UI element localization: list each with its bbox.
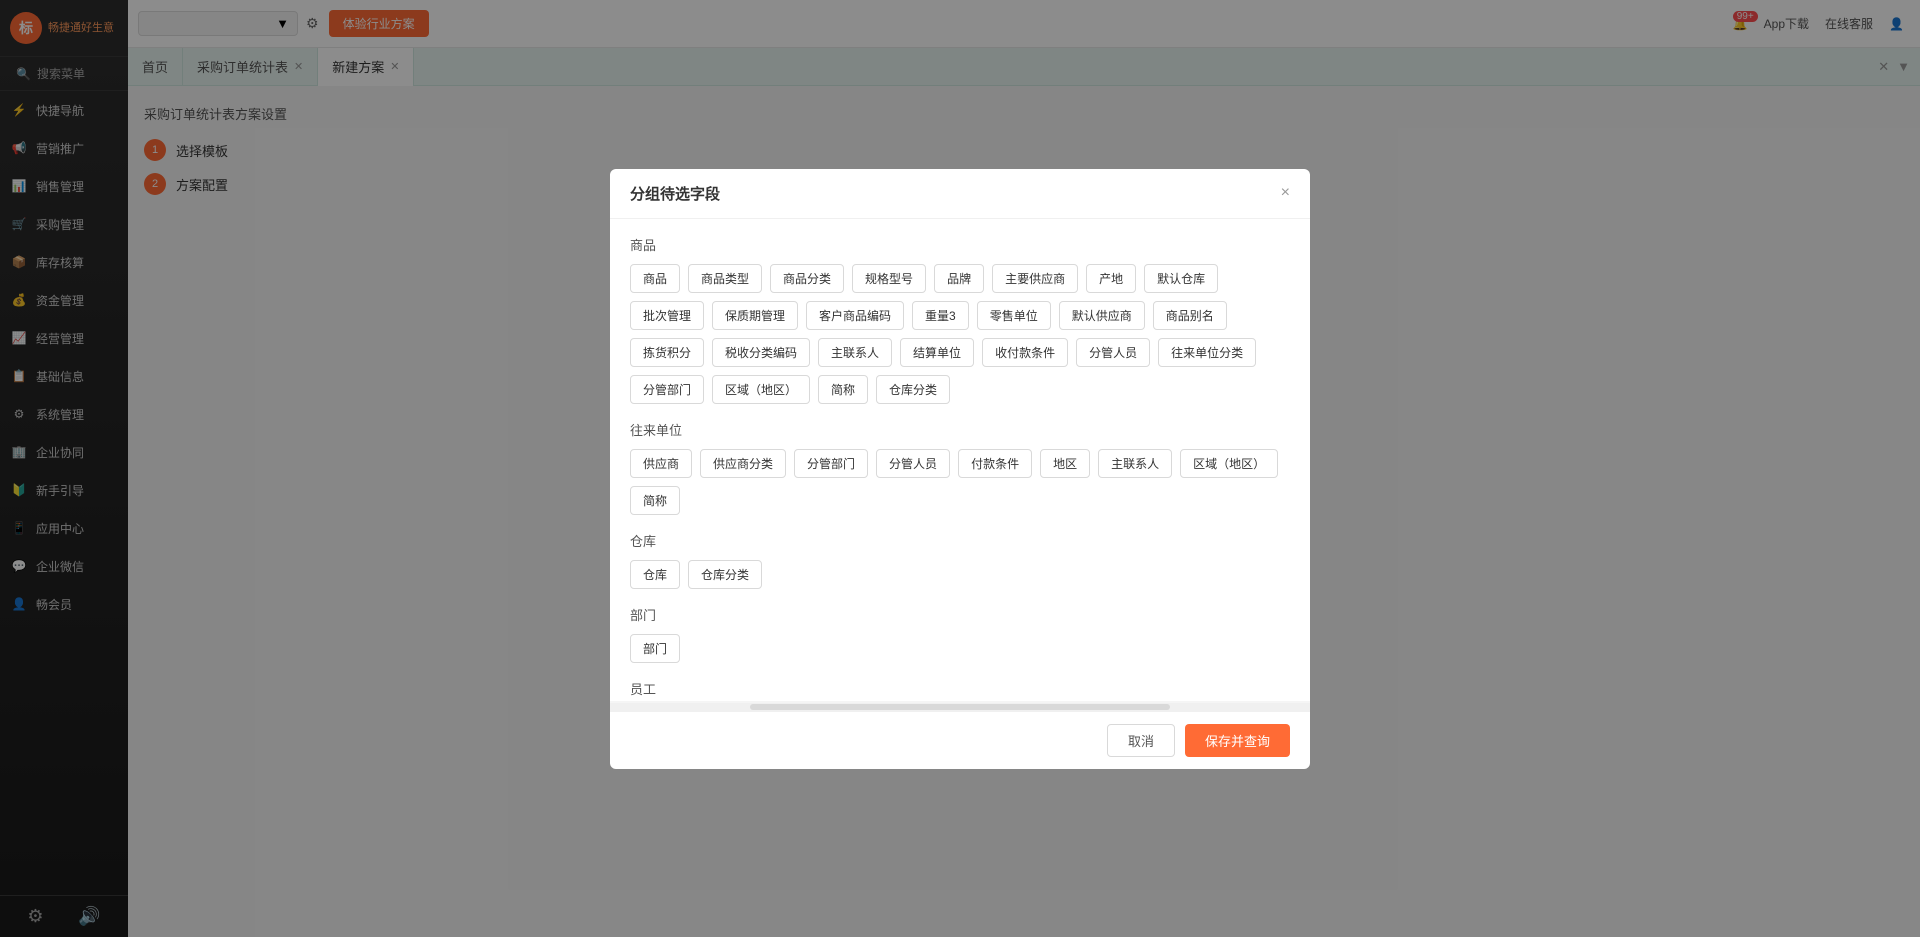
field-tag-abbr2[interactable]: 简称 bbox=[630, 486, 680, 515]
confirm-button[interactable]: 保存并查询 bbox=[1185, 724, 1290, 757]
field-tag-area-region[interactable]: 区域（地区） bbox=[712, 375, 810, 404]
field-tag-main-supplier[interactable]: 主要供应商 bbox=[992, 264, 1078, 293]
field-grid-goods: 商品商品类型商品分类规格型号品牌主要供应商产地默认仓库批次管理保质期管理客户商品… bbox=[630, 264, 1290, 404]
field-tag-spec-type[interactable]: 规格型号 bbox=[852, 264, 926, 293]
field-grid-counterparty: 供应商供应商分类分管部门分管人员付款条件地区主联系人区域（地区） 简称 bbox=[630, 449, 1290, 515]
modal-scrollbar-area[interactable] bbox=[610, 701, 1310, 710]
field-grid-department: 部门 bbox=[630, 634, 1290, 663]
field-tag-shelf-life[interactable]: 保质期管理 bbox=[712, 301, 798, 330]
field-tag-manage-dept[interactable]: 分管部门 bbox=[794, 449, 868, 478]
field-tag-pickup-points[interactable]: 拣货积分 bbox=[630, 338, 704, 367]
section-title-goods: 商品 bbox=[630, 235, 1290, 254]
field-tag-wh[interactable]: 仓库 bbox=[630, 560, 680, 589]
field-tag-weight3[interactable]: 重量3 bbox=[912, 301, 969, 330]
field-tag-area2[interactable]: 区域（地区） bbox=[1180, 449, 1278, 478]
field-tag-origin[interactable]: 产地 bbox=[1086, 264, 1136, 293]
field-tag-goods-alias[interactable]: 商品别名 bbox=[1153, 301, 1227, 330]
field-tag-abbr[interactable]: 简称 bbox=[818, 375, 868, 404]
field-tag-settle-unit[interactable]: 结算单位 bbox=[900, 338, 974, 367]
field-tag-supplier-category[interactable]: 供应商分类 bbox=[700, 449, 786, 478]
modal-dialog: 分组待选字段 × 商品商品商品类型商品分类规格型号品牌主要供应商产地默认仓库批次… bbox=[610, 169, 1310, 769]
section-title-warehouse: 仓库 bbox=[630, 531, 1290, 550]
field-tag-warehouse-category[interactable]: 仓库分类 bbox=[876, 375, 950, 404]
section-title-counterparty: 往来单位 bbox=[630, 420, 1290, 439]
section-title-employee: 员工 bbox=[630, 679, 1290, 698]
cancel-button[interactable]: 取消 bbox=[1107, 724, 1175, 757]
field-tag-payment-cond[interactable]: 付款条件 bbox=[958, 449, 1032, 478]
field-tag-customer-code[interactable]: 客户商品编码 bbox=[806, 301, 904, 330]
field-tag-manager[interactable]: 分管人员 bbox=[1076, 338, 1150, 367]
modal-footer: 取消 保存并查询 bbox=[610, 711, 1310, 769]
section-employee: 员工业务员 bbox=[630, 679, 1290, 702]
field-tag-default-supplier[interactable]: 默认供应商 bbox=[1059, 301, 1145, 330]
field-tag-default-warehouse[interactable]: 默认仓库 bbox=[1144, 264, 1218, 293]
field-tag-dept-mgmt[interactable]: 分管部门 bbox=[630, 375, 704, 404]
modal-close-btn[interactable]: × bbox=[1281, 184, 1290, 202]
field-tag-manage-person[interactable]: 分管人员 bbox=[876, 449, 950, 478]
field-tag-supplier[interactable]: 供应商 bbox=[630, 449, 692, 478]
section-department: 部门部门 bbox=[630, 605, 1290, 663]
modal-body: 商品商品商品类型商品分类规格型号品牌主要供应商产地默认仓库批次管理保质期管理客户… bbox=[610, 219, 1310, 702]
modal-title: 分组待选字段 bbox=[630, 183, 720, 204]
section-warehouse: 仓库仓库仓库分类 bbox=[630, 531, 1290, 589]
field-tag-wh-category[interactable]: 仓库分类 bbox=[688, 560, 762, 589]
field-tag-retail-unit[interactable]: 零售单位 bbox=[977, 301, 1051, 330]
field-tag-region[interactable]: 地区 bbox=[1040, 449, 1090, 478]
field-grid-warehouse: 仓库仓库分类 bbox=[630, 560, 1290, 589]
section-goods: 商品商品商品类型商品分类规格型号品牌主要供应商产地默认仓库批次管理保质期管理客户… bbox=[630, 235, 1290, 404]
modal-header: 分组待选字段 × bbox=[610, 169, 1310, 219]
field-tag-goods-item[interactable]: 商品 bbox=[630, 264, 680, 293]
field-tag-contact[interactable]: 主联系人 bbox=[1098, 449, 1172, 478]
field-tag-main-contact[interactable]: 主联系人 bbox=[818, 338, 892, 367]
field-tag-goods-category[interactable]: 商品分类 bbox=[770, 264, 844, 293]
field-tag-unit-category[interactable]: 往来单位分类 bbox=[1158, 338, 1256, 367]
field-tag-batch-mgmt[interactable]: 批次管理 bbox=[630, 301, 704, 330]
field-tag-dept[interactable]: 部门 bbox=[630, 634, 680, 663]
section-counterparty: 往来单位供应商供应商分类分管部门分管人员付款条件地区主联系人区域（地区） 简称 bbox=[630, 420, 1290, 515]
field-tag-payment-terms[interactable]: 收付款条件 bbox=[982, 338, 1068, 367]
field-tag-goods-type[interactable]: 商品类型 bbox=[688, 264, 762, 293]
field-tag-tax-code[interactable]: 税收分类编码 bbox=[712, 338, 810, 367]
field-tag-brand[interactable]: 品牌 bbox=[934, 264, 984, 293]
modal-overlay: 分组待选字段 × 商品商品商品类型商品分类规格型号品牌主要供应商产地默认仓库批次… bbox=[0, 0, 1920, 937]
section-title-department: 部门 bbox=[630, 605, 1290, 624]
